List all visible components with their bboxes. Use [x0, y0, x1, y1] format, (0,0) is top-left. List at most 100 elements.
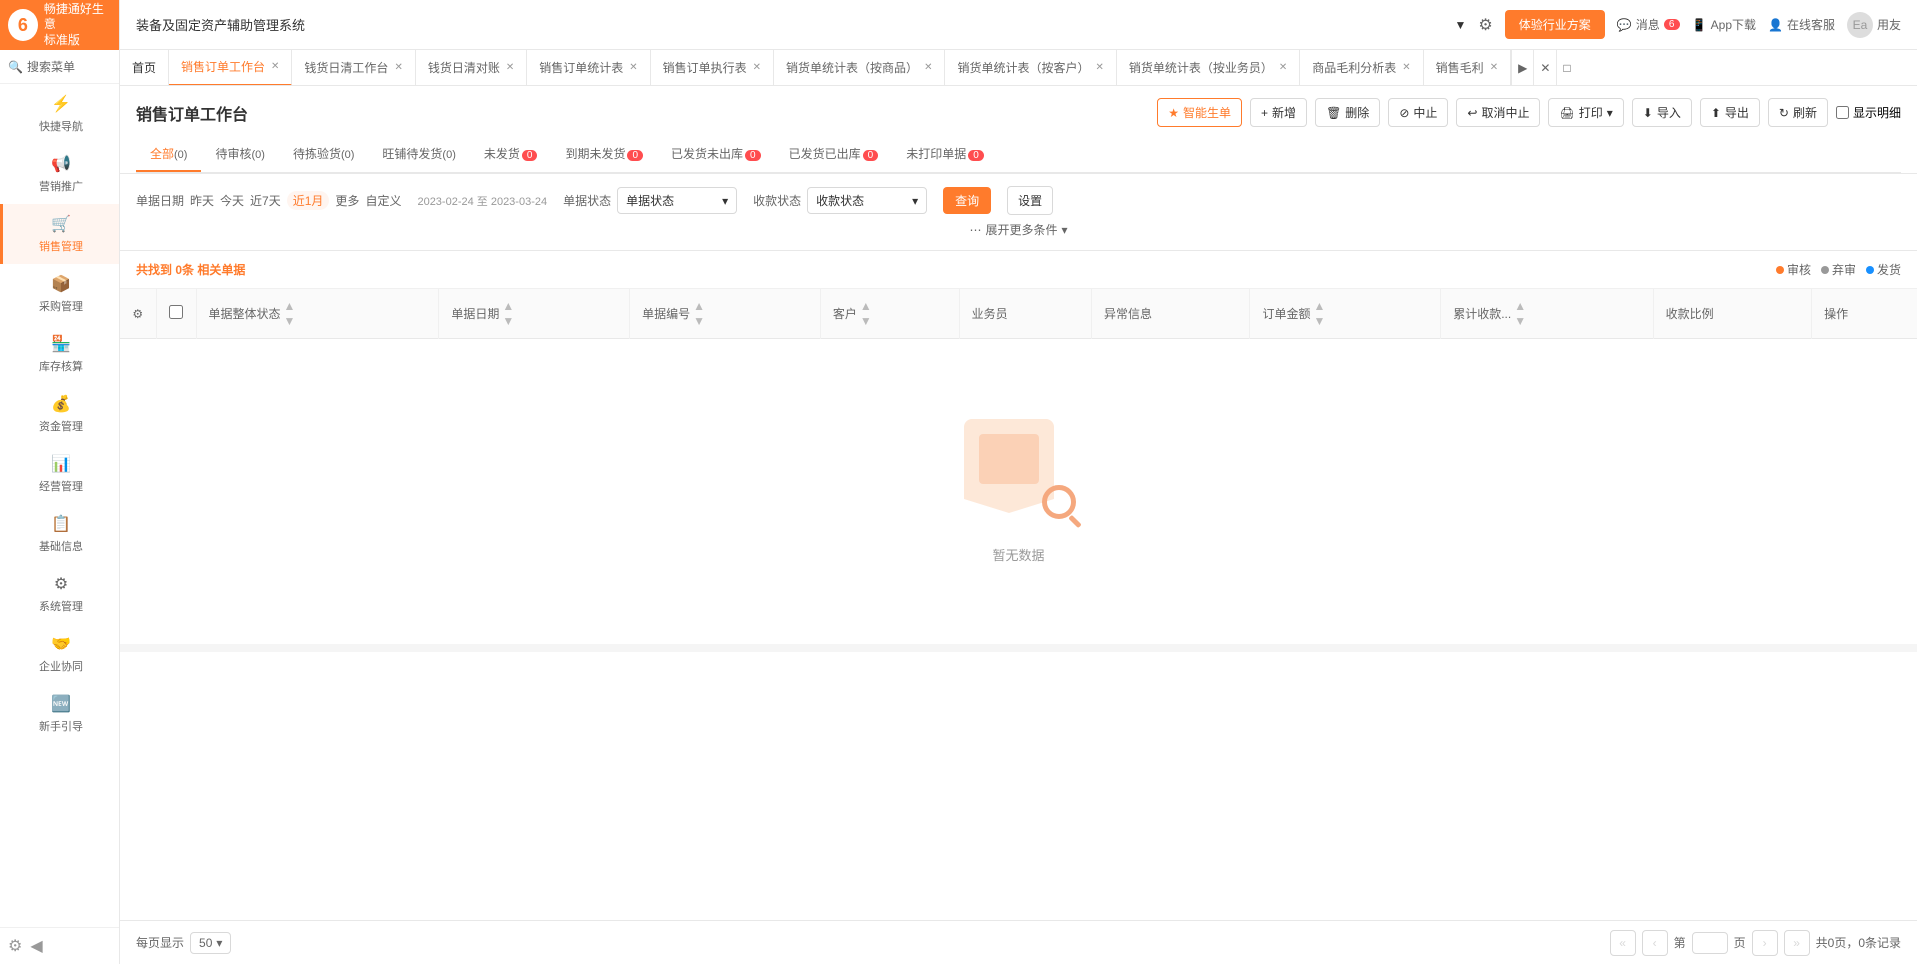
import-btn[interactable]: ⬇ 导入 [1632, 98, 1692, 127]
sort-status[interactable]: 单据整体状态 ▲▼ [209, 299, 427, 328]
status-select[interactable]: 单据状态 ▾ [617, 187, 737, 214]
tab-sales-stats[interactable]: 销售订单统计表 ✕ [527, 50, 650, 86]
sort-icons-number: ▲▼ [693, 299, 705, 328]
last-page-btn[interactable]: » [1784, 930, 1810, 956]
cancel-review-dot [1821, 266, 1829, 274]
refresh-btn[interactable]: ↻ 刷新 [1768, 98, 1828, 127]
sub-tab-overdue-ship[interactable]: 到期未发货0 [551, 137, 657, 172]
tab-close-cash-daily[interactable]: ✕ [394, 62, 402, 73]
smart-create-btn[interactable]: ★ 智能生单 [1157, 98, 1242, 127]
tab-gross-margin[interactable]: 商品毛利分析表 ✕ [1300, 50, 1423, 86]
prev-page-btn[interactable]: ‹ [1642, 930, 1668, 956]
empty-text: 暂无数据 [992, 545, 1044, 564]
payment-select[interactable]: 收款状态 ▾ [807, 187, 927, 214]
empty-state: 暂无数据 [120, 339, 1917, 644]
tab-close-cash-reconcile[interactable]: ✕ [506, 62, 514, 73]
sub-tab-all[interactable]: 全部(0) [136, 137, 201, 172]
app-dropdown[interactable]: ▼ [1454, 18, 1466, 32]
tab-cash-reconcile[interactable]: 钱货日清对账 ✕ [416, 50, 527, 86]
sidebar-item-inventory[interactable]: 🏪 库存核算 [0, 324, 119, 384]
topbar-settings-icon[interactable]: ⚙ [1478, 15, 1492, 35]
sidebar-item-system[interactable]: ⚙ 系统管理 [0, 564, 119, 624]
column-settings-icon[interactable]: ⚙ [132, 307, 143, 321]
tab-sales-more[interactable]: 销售毛利 ✕ [1424, 50, 1511, 86]
tab-close-sales-stats[interactable]: ✕ [629, 62, 637, 73]
sub-tab-shipped-out[interactable]: 已发货已出库0 [775, 137, 893, 172]
export-btn[interactable]: ⬆ 导出 [1700, 98, 1760, 127]
sub-tab-pending-review[interactable]: 待审核(0) [201, 137, 278, 172]
ship-action-btn[interactable]: 发货 [1866, 261, 1901, 278]
sub-tab-unprinted[interactable]: 未打印单据0 [892, 137, 998, 172]
print-btn[interactable]: 🖨 打印 ▾ [1548, 98, 1623, 127]
sidebar-item-marketing[interactable]: 📢 营销推广 [0, 144, 119, 204]
user-avatar: Ea [1847, 12, 1873, 38]
review-action-btn[interactable]: 审核 [1776, 261, 1811, 278]
sidebar-item-purchase[interactable]: 📦 采购管理 [0, 264, 119, 324]
show-detail-label[interactable]: 显示明细 [1836, 104, 1901, 121]
sub-tab-wangpu-ship[interactable]: 旺铺待发货(0) [368, 137, 469, 172]
sidebar-item-basic[interactable]: 📋 基础信息 [0, 504, 119, 564]
tab-cash-daily[interactable]: 钱货日清工作台 ✕ [292, 50, 415, 86]
collapse-icon[interactable]: ◀ [30, 936, 42, 956]
user-menu[interactable]: Ea 用友 [1847, 12, 1901, 38]
sub-tab-shipped-not-out[interactable]: 已发货未出库0 [657, 137, 775, 172]
horizontal-scrollbar[interactable] [120, 644, 1917, 652]
tab-restore[interactable]: □ [1556, 50, 1576, 86]
date-yesterday[interactable]: 昨天 [190, 192, 214, 209]
operations-icon: 📊 [51, 454, 71, 474]
settings-gear-icon[interactable]: ⚙ [8, 936, 22, 956]
stop-btn[interactable]: ⊘ 中止 [1388, 98, 1448, 127]
page-size-dropdown[interactable]: 50 ▾ [190, 932, 231, 954]
show-detail-checkbox[interactable] [1836, 106, 1849, 119]
sidebar-item-sales[interactable]: 🛒 销售管理 [0, 204, 119, 264]
sidebar-item-finance[interactable]: 💰 资金管理 [0, 384, 119, 444]
online-service-btn[interactable]: 👤 在线客服 [1768, 16, 1835, 33]
filter-settings-btn[interactable]: 设置 [1007, 186, 1053, 215]
sort-collected[interactable]: 累计收款... ▲▼ [1453, 299, 1640, 328]
sub-tab-unshipped[interactable]: 未发货0 [470, 137, 552, 172]
sidebar-search[interactable]: 🔍 搜索菜单 [0, 50, 119, 84]
expand-more-btn[interactable]: ⋯ 展开更多条件 ▾ [969, 221, 1067, 238]
sidebar-item-enterprise[interactable]: 🤝 企业协同 [0, 624, 119, 684]
tab-close-shipment-customer[interactable]: ✕ [1095, 62, 1103, 73]
tab-shipment-staff[interactable]: 销货单统计表（按业务员） ✕ [1117, 50, 1300, 86]
tab-close-shipment-staff[interactable]: ✕ [1279, 62, 1287, 73]
date-custom[interactable]: 自定义 [365, 192, 401, 209]
select-all-checkbox[interactable] [169, 305, 183, 319]
delete-btn[interactable]: 🗑 删除 [1315, 98, 1380, 127]
query-btn[interactable]: 查询 [943, 187, 991, 214]
tab-close-sales-workbench[interactable]: ✕ [271, 61, 279, 72]
tab-home[interactable]: 首页 [120, 50, 169, 86]
first-page-btn[interactable]: « [1610, 930, 1636, 956]
sidebar-item-guide[interactable]: 🆕 新手引导 [0, 684, 119, 744]
tab-close-all[interactable]: ✕ [1533, 50, 1556, 86]
date-7days[interactable]: 近7天 [250, 192, 281, 209]
next-page-btn[interactable]: › [1752, 930, 1778, 956]
tab-close-gross-margin[interactable]: ✕ [1402, 62, 1410, 73]
date-more[interactable]: 更多 [335, 192, 359, 209]
sidebar-item-quick-nav[interactable]: ⚡ 快捷导航 [0, 84, 119, 144]
cancel-stop-btn[interactable]: ↩ 取消中止 [1456, 98, 1540, 127]
app-download-btn[interactable]: 📱 App下载 [1692, 16, 1756, 33]
tab-sales-workbench[interactable]: 销售订单工作台 ✕ [169, 50, 292, 86]
sidebar-item-operations[interactable]: 📊 经营管理 [0, 444, 119, 504]
tab-close-sales-more[interactable]: ✕ [1490, 62, 1498, 73]
tab-close-sales-exec[interactable]: ✕ [753, 62, 761, 73]
date-1month[interactable]: 近1月 [287, 191, 330, 210]
date-today[interactable]: 今天 [220, 192, 244, 209]
sort-customer[interactable]: 客户 ▲▼ [833, 299, 947, 328]
tab-shipment-product[interactable]: 销货单统计表（按商品） ✕ [774, 50, 945, 86]
industry-btn[interactable]: 体验行业方案 [1505, 10, 1605, 39]
tab-close-shipment-product[interactable]: ✕ [924, 62, 932, 73]
tab-scroll-right[interactable]: ▶ [1511, 50, 1533, 86]
tab-sales-exec[interactable]: 销售订单执行表 ✕ [651, 50, 774, 86]
cancel-review-action-btn[interactable]: 弃审 [1821, 261, 1856, 278]
tab-shipment-customer[interactable]: 销货单统计表（按客户） ✕ [945, 50, 1116, 86]
message-btn[interactable]: 💬 消息 6 [1617, 16, 1680, 33]
sub-tab-pending-inspect[interactable]: 待拣验货(0) [279, 137, 368, 172]
page-number-input[interactable]: 1 [1692, 932, 1728, 954]
sort-date[interactable]: 单据日期 ▲▼ [451, 299, 617, 328]
sort-number[interactable]: 单据编号 ▲▼ [642, 299, 808, 328]
add-btn[interactable]: + 新增 [1250, 98, 1307, 127]
sort-amount[interactable]: 订单金额 ▲▼ [1262, 299, 1428, 328]
